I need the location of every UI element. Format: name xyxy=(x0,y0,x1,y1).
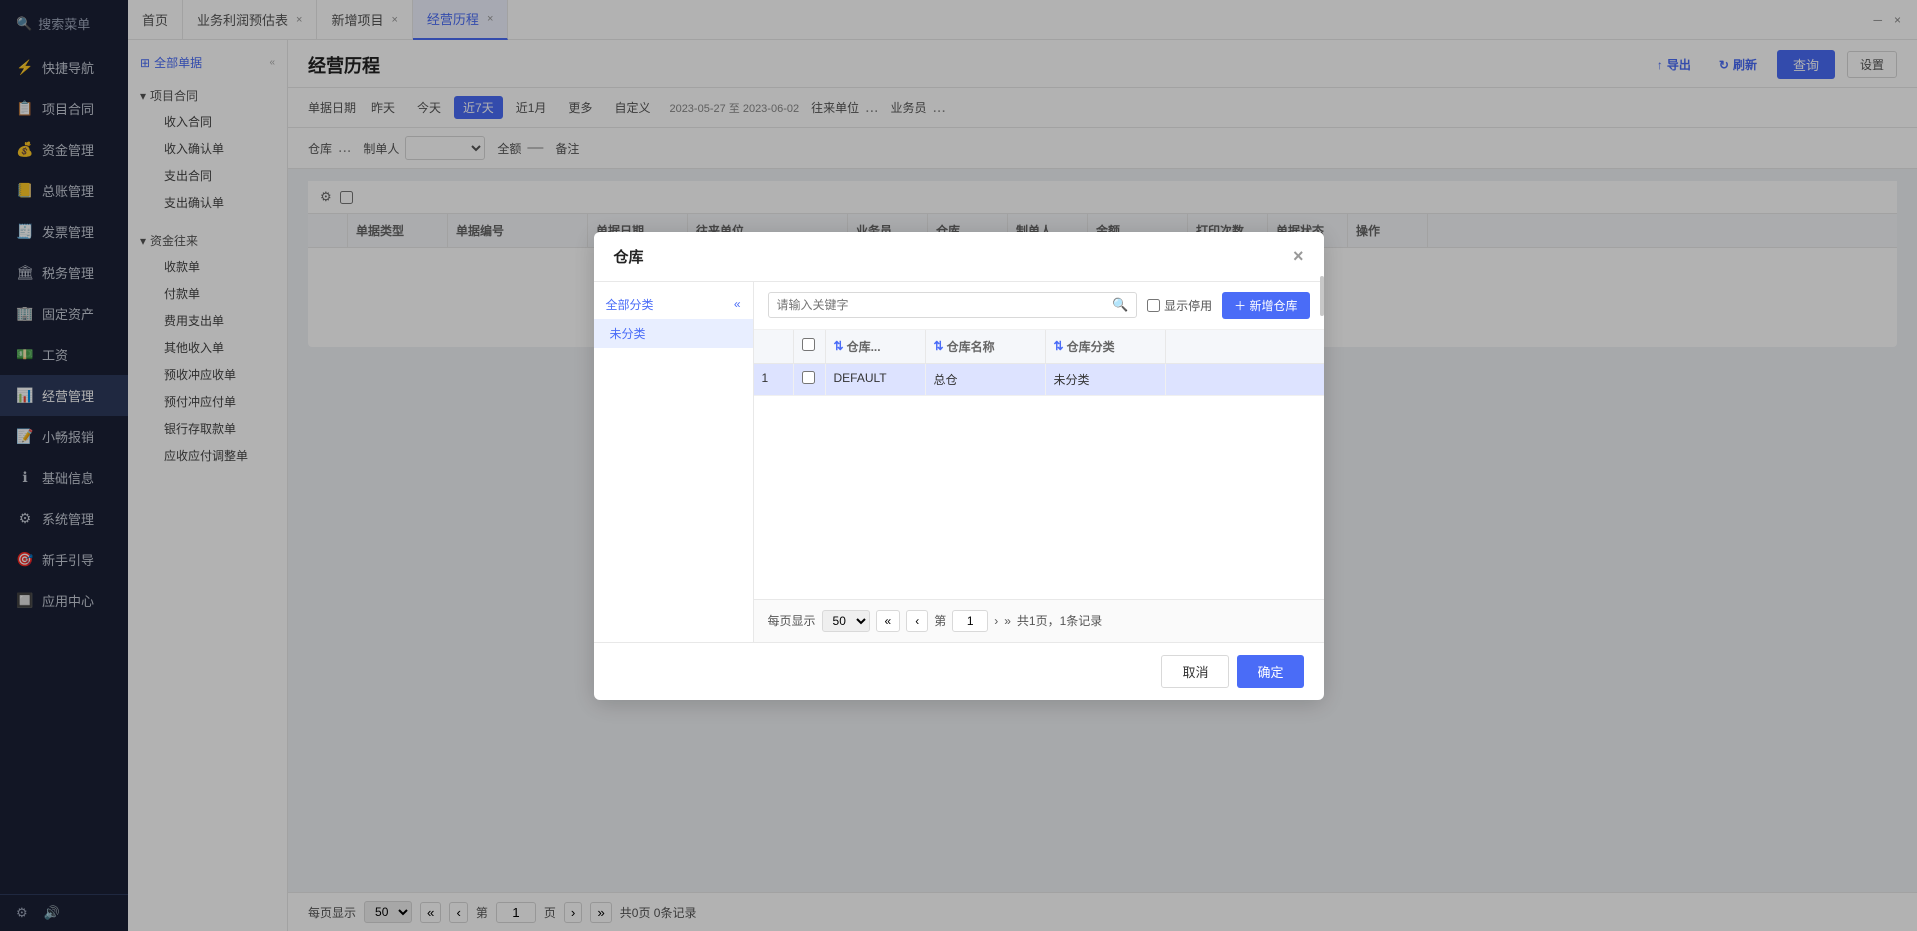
warehouse-dialog: 仓库 × 全部分类 « 未分类 🔍 显示停用 xyxy=(594,232,1324,700)
dialog-table: ⇅ 仓库... ⇅ 仓库名称 ⇅ 仓库分类 1 xyxy=(754,330,1324,599)
row-category: 未分类 xyxy=(1046,364,1166,395)
collapse-panel-icon[interactable]: « xyxy=(734,297,741,311)
dialog-cancel-button[interactable]: 取消 xyxy=(1161,655,1229,688)
dialog-prev-page[interactable]: ‹ xyxy=(906,610,928,632)
dialog-page-label: 第 xyxy=(934,612,946,629)
dialog-first-page[interactable]: « xyxy=(876,610,901,632)
dialog-title: 仓库 xyxy=(614,246,644,267)
row-name: 总仓 xyxy=(926,364,1046,395)
th-checkbox xyxy=(794,330,826,363)
sort-icon: ⇅ xyxy=(834,339,844,353)
dialog-confirm-button[interactable]: 确定 xyxy=(1237,655,1303,688)
dialog-pagination: 每页显示 50 « ‹ 第 › » 共1页，1条记录 xyxy=(768,610,1103,632)
dialog-footer-pagination: 每页显示 50 « ‹ 第 › » 共1页，1条记录 xyxy=(754,599,1324,642)
dialog-per-page-label: 每页显示 xyxy=(768,612,816,629)
dialog-search-box: 🔍 xyxy=(768,292,1138,318)
dialog-close-button[interactable]: × xyxy=(1293,246,1304,267)
dialog-total-info: 共1页，1条记录 xyxy=(1017,612,1102,629)
dialog-category-unclassified[interactable]: 未分类 xyxy=(594,319,753,348)
th-name[interactable]: ⇅ 仓库名称 xyxy=(926,330,1046,363)
th-code[interactable]: ⇅ 仓库... xyxy=(826,330,926,363)
dialog-body: 全部分类 « 未分类 🔍 显示停用 ＋ 新增仓库 xyxy=(594,282,1324,642)
row-checkbox[interactable] xyxy=(794,364,826,395)
row-code: DEFAULT xyxy=(826,364,926,395)
row-select-checkbox[interactable] xyxy=(802,371,815,384)
dialog-right-panel: 🔍 显示停用 ＋ 新增仓库 ⇅ 仓库... xyxy=(754,282,1324,642)
dialog-next-page[interactable]: › xyxy=(994,614,998,628)
dialog-last-page[interactable]: » xyxy=(1004,614,1011,628)
th-index xyxy=(754,330,794,363)
dialog-header: 仓库 × xyxy=(594,232,1324,282)
show-disabled-checkbox-label: 显示停用 xyxy=(1147,297,1212,314)
sort-icon-2: ⇅ xyxy=(934,339,944,353)
dialog-left-header: 全部分类 « xyxy=(594,290,753,319)
row-index: 1 xyxy=(754,364,794,395)
dialog-page-input[interactable] xyxy=(952,610,988,632)
search-icon-dialog: 🔍 xyxy=(1112,297,1128,313)
sort-icon-3: ⇅ xyxy=(1054,339,1064,353)
dialog-table-header: ⇅ 仓库... ⇅ 仓库名称 ⇅ 仓库分类 xyxy=(754,330,1324,364)
dialog-search-input[interactable] xyxy=(777,298,1106,312)
th-category[interactable]: ⇅ 仓库分类 xyxy=(1046,330,1166,363)
dialog-select-all[interactable] xyxy=(802,338,815,351)
dialog-toolbar: 🔍 显示停用 ＋ 新增仓库 xyxy=(754,282,1324,330)
dialog-actions: 取消 确定 xyxy=(594,642,1324,700)
dialog-table-row[interactable]: 1 DEFAULT 总仓 未分类 xyxy=(754,364,1324,396)
all-categories-label[interactable]: 全部分类 xyxy=(606,296,654,313)
show-disabled-checkbox[interactable] xyxy=(1147,299,1160,312)
dialog-per-page-select[interactable]: 50 xyxy=(822,610,870,632)
add-warehouse-button[interactable]: ＋ 新增仓库 xyxy=(1222,292,1309,319)
dialog-left-panel: 全部分类 « 未分类 xyxy=(594,282,754,642)
